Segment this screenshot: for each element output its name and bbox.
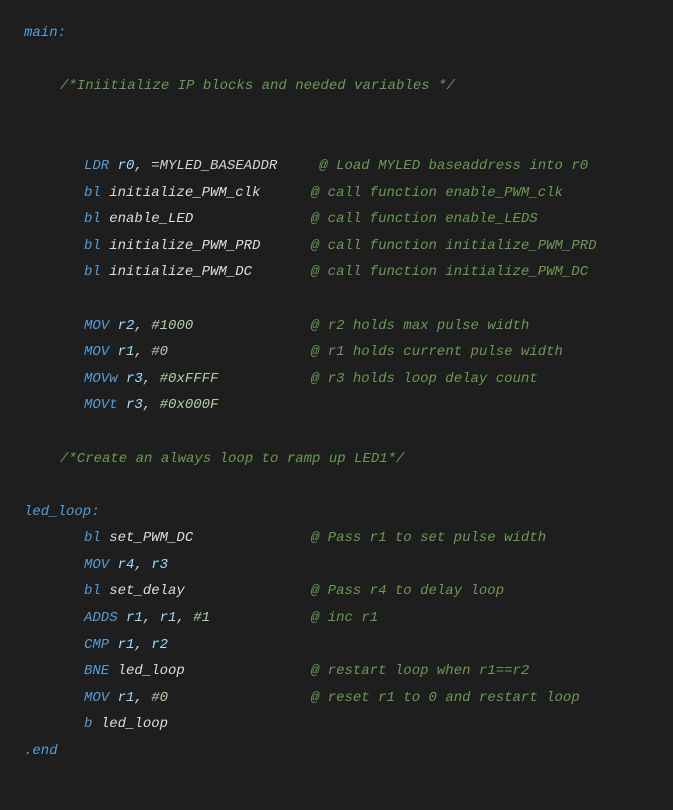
comment-mov-r1: @ r1 holds current pulse width [311,344,563,360]
comment-block-loop: /*Create an always loop to ramp up LED1*… [60,451,404,467]
comment-bne: @ restart loop when r1==r2 [311,663,529,679]
comment-bl-pwmclk: @ call function enable_PWM_clk [311,185,563,201]
mnemonic-mov: MOV [84,690,109,706]
comment-set-dc: @ Pass r1 to set pulse width [311,530,546,546]
mnemonic-bl: bl [84,211,101,227]
mnemonic-bl: bl [84,530,101,546]
fn-init-pwm-dc: initialize_PWM_DC [109,264,252,280]
mnemonic-ldr: LDR [84,158,109,174]
fn-enable-led: enable_LED [109,211,193,227]
reg-r4: r4 [118,557,135,573]
reg-r1: r1 [126,610,143,626]
mnemonic-mov: MOV [84,318,109,334]
reg-r1: r1 [160,610,177,626]
reg-r1: r1 [118,344,135,360]
lit-0: #0 [151,690,168,706]
lit-0: #0 [151,344,168,360]
reg-r2: r2 [118,318,135,334]
fn-set-pwm-dc: set_PWM_DC [109,530,193,546]
comment-bl-enled: @ call function enable_LEDS [311,211,538,227]
reg-r1: r1 [118,690,135,706]
label-ledloop: led_loop: [24,504,100,520]
mnemonic-b: b [84,716,92,732]
mnemonic-bl: bl [84,583,101,599]
lit-baseaddr: =MYLED_BASEADDR [151,158,277,174]
comment-bl-prd: @ call function initialize_PWM_PRD [311,238,597,254]
reg-r3: r3 [126,371,143,387]
comment-ldr: @ Load MYLED baseaddress into r0 [319,158,588,174]
mnemonic-bl: bl [84,185,101,201]
code-block: main: /*Iniitialize IP blocks and needed… [24,20,649,765]
label-main: main: [24,25,66,41]
mnemonic-movw: MOVw [84,371,118,387]
comment-inc: @ inc r1 [311,610,378,626]
lit-000f: #0x000F [160,397,219,413]
lit-1: #1 [193,610,210,626]
comment-set-delay: @ Pass r4 to delay loop [311,583,504,599]
comment-reset: @ reset r1 to 0 and restart loop [311,690,580,706]
mnemonic-bne: BNE [84,663,109,679]
mnemonic-adds: ADDS [84,610,118,626]
mnemonic-cmp: CMP [84,637,109,653]
label-end: .end [24,743,58,759]
fn-init-pwm-clk: initialize_PWM_clk [109,185,260,201]
reg-r2: r2 [151,637,168,653]
fn-led-loop: led_loop [118,663,185,679]
comment-movw: @ r3 holds loop delay count [311,371,538,387]
mnemonic-mov: MOV [84,557,109,573]
comment-mov-r2: @ r2 holds max pulse width [311,318,529,334]
fn-init-pwm-prd: initialize_PWM_PRD [109,238,260,254]
reg-r3: r3 [151,557,168,573]
lit-ffff: #0xFFFF [160,371,219,387]
comment-block-init: /*Iniitialize IP blocks and needed varia… [60,78,455,94]
reg-r0: r0 [118,158,135,174]
mnemonic-bl: bl [84,264,101,280]
mnemonic-bl: bl [84,238,101,254]
comment-bl-dc: @ call function initialize_PWM_DC [311,264,588,280]
mnemonic-mov: MOV [84,344,109,360]
fn-led-loop: led_loop [101,716,168,732]
fn-set-delay: set_delay [109,583,185,599]
reg-r1: r1 [118,637,135,653]
reg-r3: r3 [126,397,143,413]
mnemonic-movt: MOVt [84,397,118,413]
lit-1000: #1000 [151,318,193,334]
